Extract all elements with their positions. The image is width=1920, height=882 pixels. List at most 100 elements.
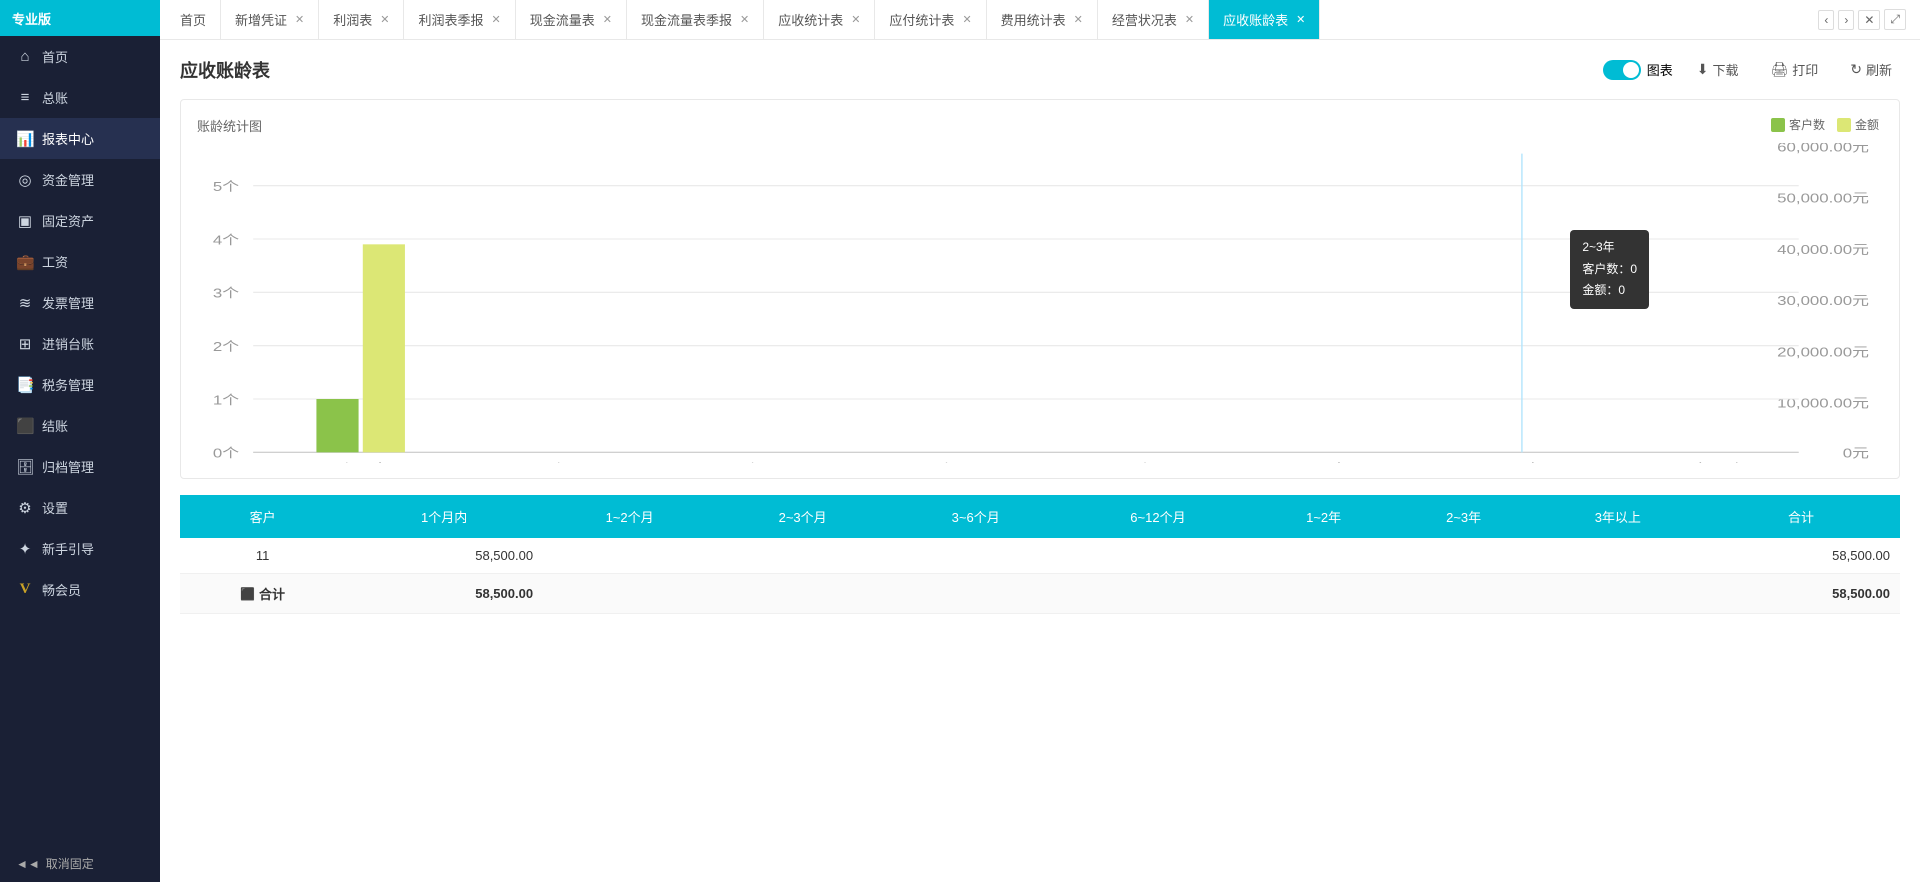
tab-ap-stat[interactable]: 应付统计表 ✕: [875, 0, 986, 40]
tab-biz-stat[interactable]: 经营状况表 ✕: [1098, 0, 1209, 40]
cell-m3-6: [889, 538, 1062, 574]
tab-expense-stat[interactable]: 费用统计表 ✕: [987, 0, 1098, 40]
col-m6-12: 6~12个月: [1062, 495, 1253, 538]
legend-amount: 金额: [1837, 116, 1879, 133]
sidebar-item-label: 工资: [42, 252, 68, 271]
refresh-icon: ↻: [1850, 61, 1862, 78]
sidebar-item-label: 总账: [42, 88, 68, 107]
sidebar-item-label: 税务管理: [42, 375, 94, 394]
report-icon: 📊: [16, 130, 34, 148]
tab-close-icon[interactable]: ✕: [380, 13, 389, 26]
legend-customer-color: [1771, 118, 1785, 132]
tab-cashflow[interactable]: 现金流量表 ✕: [516, 0, 627, 40]
sidebar-item-close[interactable]: ⬛ 结账: [0, 405, 160, 446]
tab-profit-quarter[interactable]: 利润表季报 ✕: [404, 0, 515, 40]
total-y2-3: [1394, 574, 1534, 614]
sidebar-item-label: 固定资产: [42, 211, 94, 230]
sidebar-item-settings[interactable]: ⚙ 设置: [0, 487, 160, 528]
home-icon: ⌂: [16, 48, 34, 65]
print-label: 打印: [1792, 60, 1818, 79]
sidebar-item-tax[interactable]: 📑 税务管理: [0, 364, 160, 405]
total-m2-3: [716, 574, 889, 614]
sidebar-item-home[interactable]: ⌂ 首页: [0, 36, 160, 77]
tab-close-icon[interactable]: ✕: [740, 13, 749, 26]
sidebar-item-fund[interactable]: ◎ 资金管理: [0, 159, 160, 200]
table-row: 11 58,500.00 58,500.00: [180, 538, 1900, 574]
tab-close-icon[interactable]: ✕: [851, 13, 860, 26]
tab-close-icon[interactable]: ✕: [1074, 13, 1083, 26]
print-button[interactable]: 🖨 打印: [1762, 56, 1826, 83]
sidebar-item-label: 发票管理: [42, 293, 94, 312]
refresh-button[interactable]: ↻ 刷新: [1842, 56, 1900, 83]
svg-text:0元: 0元: [1843, 447, 1869, 462]
legend-amount-color: [1837, 118, 1851, 132]
tab-cashflow-quarter[interactable]: 现金流量表季报 ✕: [627, 0, 764, 40]
sidebar: 专业版 ⌂ 首页 ≡ 总账 📊 报表中心 ◎ 资金管理 ▣ 固定资产 💼 工资 …: [0, 0, 160, 882]
tab-profit[interactable]: 利润表 ✕: [319, 0, 404, 40]
asset-icon: ▣: [16, 212, 34, 230]
svg-text:30,000.00元: 30,000.00元: [1777, 294, 1869, 309]
total-total: 58,500.00: [1702, 574, 1900, 614]
toggle-track[interactable]: [1603, 60, 1641, 80]
cell-y1-2: [1254, 538, 1394, 574]
sidebar-item-asset[interactable]: ▣ 固定资产: [0, 200, 160, 241]
print-icon: 🖨: [1770, 61, 1788, 78]
chart-toggle[interactable]: 图表: [1603, 60, 1673, 80]
sidebar-item-label: 新手引导: [42, 539, 94, 558]
bar-amount-1: [363, 244, 405, 452]
sidebar-item-salary[interactable]: 💼 工资: [0, 241, 160, 282]
tab-ar-aging[interactable]: 应收账龄表 ✕: [1209, 0, 1320, 40]
download-label: 下载: [1712, 60, 1738, 79]
cell-m2-3: [716, 538, 889, 574]
sidebar-item-ledger[interactable]: ≡ 总账: [0, 77, 160, 118]
tab-close-icon[interactable]: ✕: [295, 13, 304, 26]
tab-close-icon[interactable]: ✕: [492, 13, 501, 26]
bar-chart: 0个 1个 2个 3个 4个 5个 0元 10,000.00元 20,000.0…: [197, 143, 1883, 463]
main-area: 首页 新增凭证 ✕ 利润表 ✕ 利润表季报 ✕ 现金流量表 ✕ 现金流量表季报 …: [160, 0, 1920, 882]
tab-expand-button[interactable]: ⤢: [1884, 9, 1906, 30]
svg-text:60,000.00元: 60,000.00元: [1777, 143, 1869, 155]
tab-close-icon[interactable]: ✕: [1185, 13, 1194, 26]
sidebar-item-archive[interactable]: 🗄 归档管理: [0, 446, 160, 487]
page-actions: 图表 ⬇ 下载 🖨 打印 ↻ 刷新: [1603, 56, 1900, 83]
ledger-icon: ≡: [16, 89, 34, 106]
inventory-icon: ⊞: [16, 335, 34, 353]
tab-close-icon[interactable]: ✕: [962, 13, 971, 26]
cell-m6-12: [1062, 538, 1253, 574]
settings-icon: ⚙: [16, 499, 34, 517]
refresh-label: 刷新: [1866, 60, 1892, 79]
tab-voucher[interactable]: 新增凭证 ✕: [221, 0, 319, 40]
sidebar-item-guide[interactable]: ✦ 新手引导: [0, 528, 160, 569]
table-header-row: 客户 1个月内 1~2个月 2~3个月 3~6个月 6~12个月 1~2年 2~…: [180, 495, 1900, 538]
unpin-button[interactable]: ◄◄ 取消固定: [0, 845, 160, 882]
invoice-icon: ≋: [16, 294, 34, 312]
legend-customer-label: 客户数: [1789, 116, 1825, 133]
col-customer: 客户: [180, 495, 345, 538]
sidebar-item-report[interactable]: 📊 报表中心: [0, 118, 160, 159]
sidebar-item-label: 归档管理: [42, 457, 94, 476]
cell-y3plus: [1534, 538, 1702, 574]
bar-customer-1: [316, 399, 358, 452]
sidebar-item-invoice[interactable]: ≋ 发票管理: [0, 282, 160, 323]
sidebar-item-vip[interactable]: V 畅会员: [0, 569, 160, 610]
col-total: 合计: [1702, 495, 1900, 538]
chart-legend: 客户数 金额: [1771, 116, 1879, 133]
tax-icon: 📑: [16, 376, 34, 394]
download-button[interactable]: ⬇ 下载: [1689, 56, 1747, 83]
sidebar-item-inventory[interactable]: ⊞ 进销台账: [0, 323, 160, 364]
guide-icon: ✦: [16, 540, 34, 558]
close-account-icon: ⬛: [16, 417, 34, 435]
legend-customer: 客户数: [1771, 116, 1825, 133]
total-m1: 58,500.00: [345, 574, 543, 614]
col-m1: 1个月内: [345, 495, 543, 538]
tab-next-button[interactable]: ›: [1838, 10, 1854, 30]
total-m1-2: [543, 574, 716, 614]
tab-close-icon[interactable]: ✕: [603, 13, 612, 26]
sidebar-item-label: 结账: [42, 416, 68, 435]
tab-prev-button[interactable]: ‹: [1818, 10, 1834, 30]
tab-close-all-button[interactable]: ✕: [1858, 10, 1880, 30]
page-content: 应收账龄表 图表 ⬇ 下载 🖨 打印 ↻ 刷新: [160, 40, 1920, 882]
tab-ar-stat[interactable]: 应收统计表 ✕: [764, 0, 875, 40]
tab-close-icon[interactable]: ✕: [1296, 13, 1305, 26]
tab-home[interactable]: 首页: [166, 0, 221, 40]
